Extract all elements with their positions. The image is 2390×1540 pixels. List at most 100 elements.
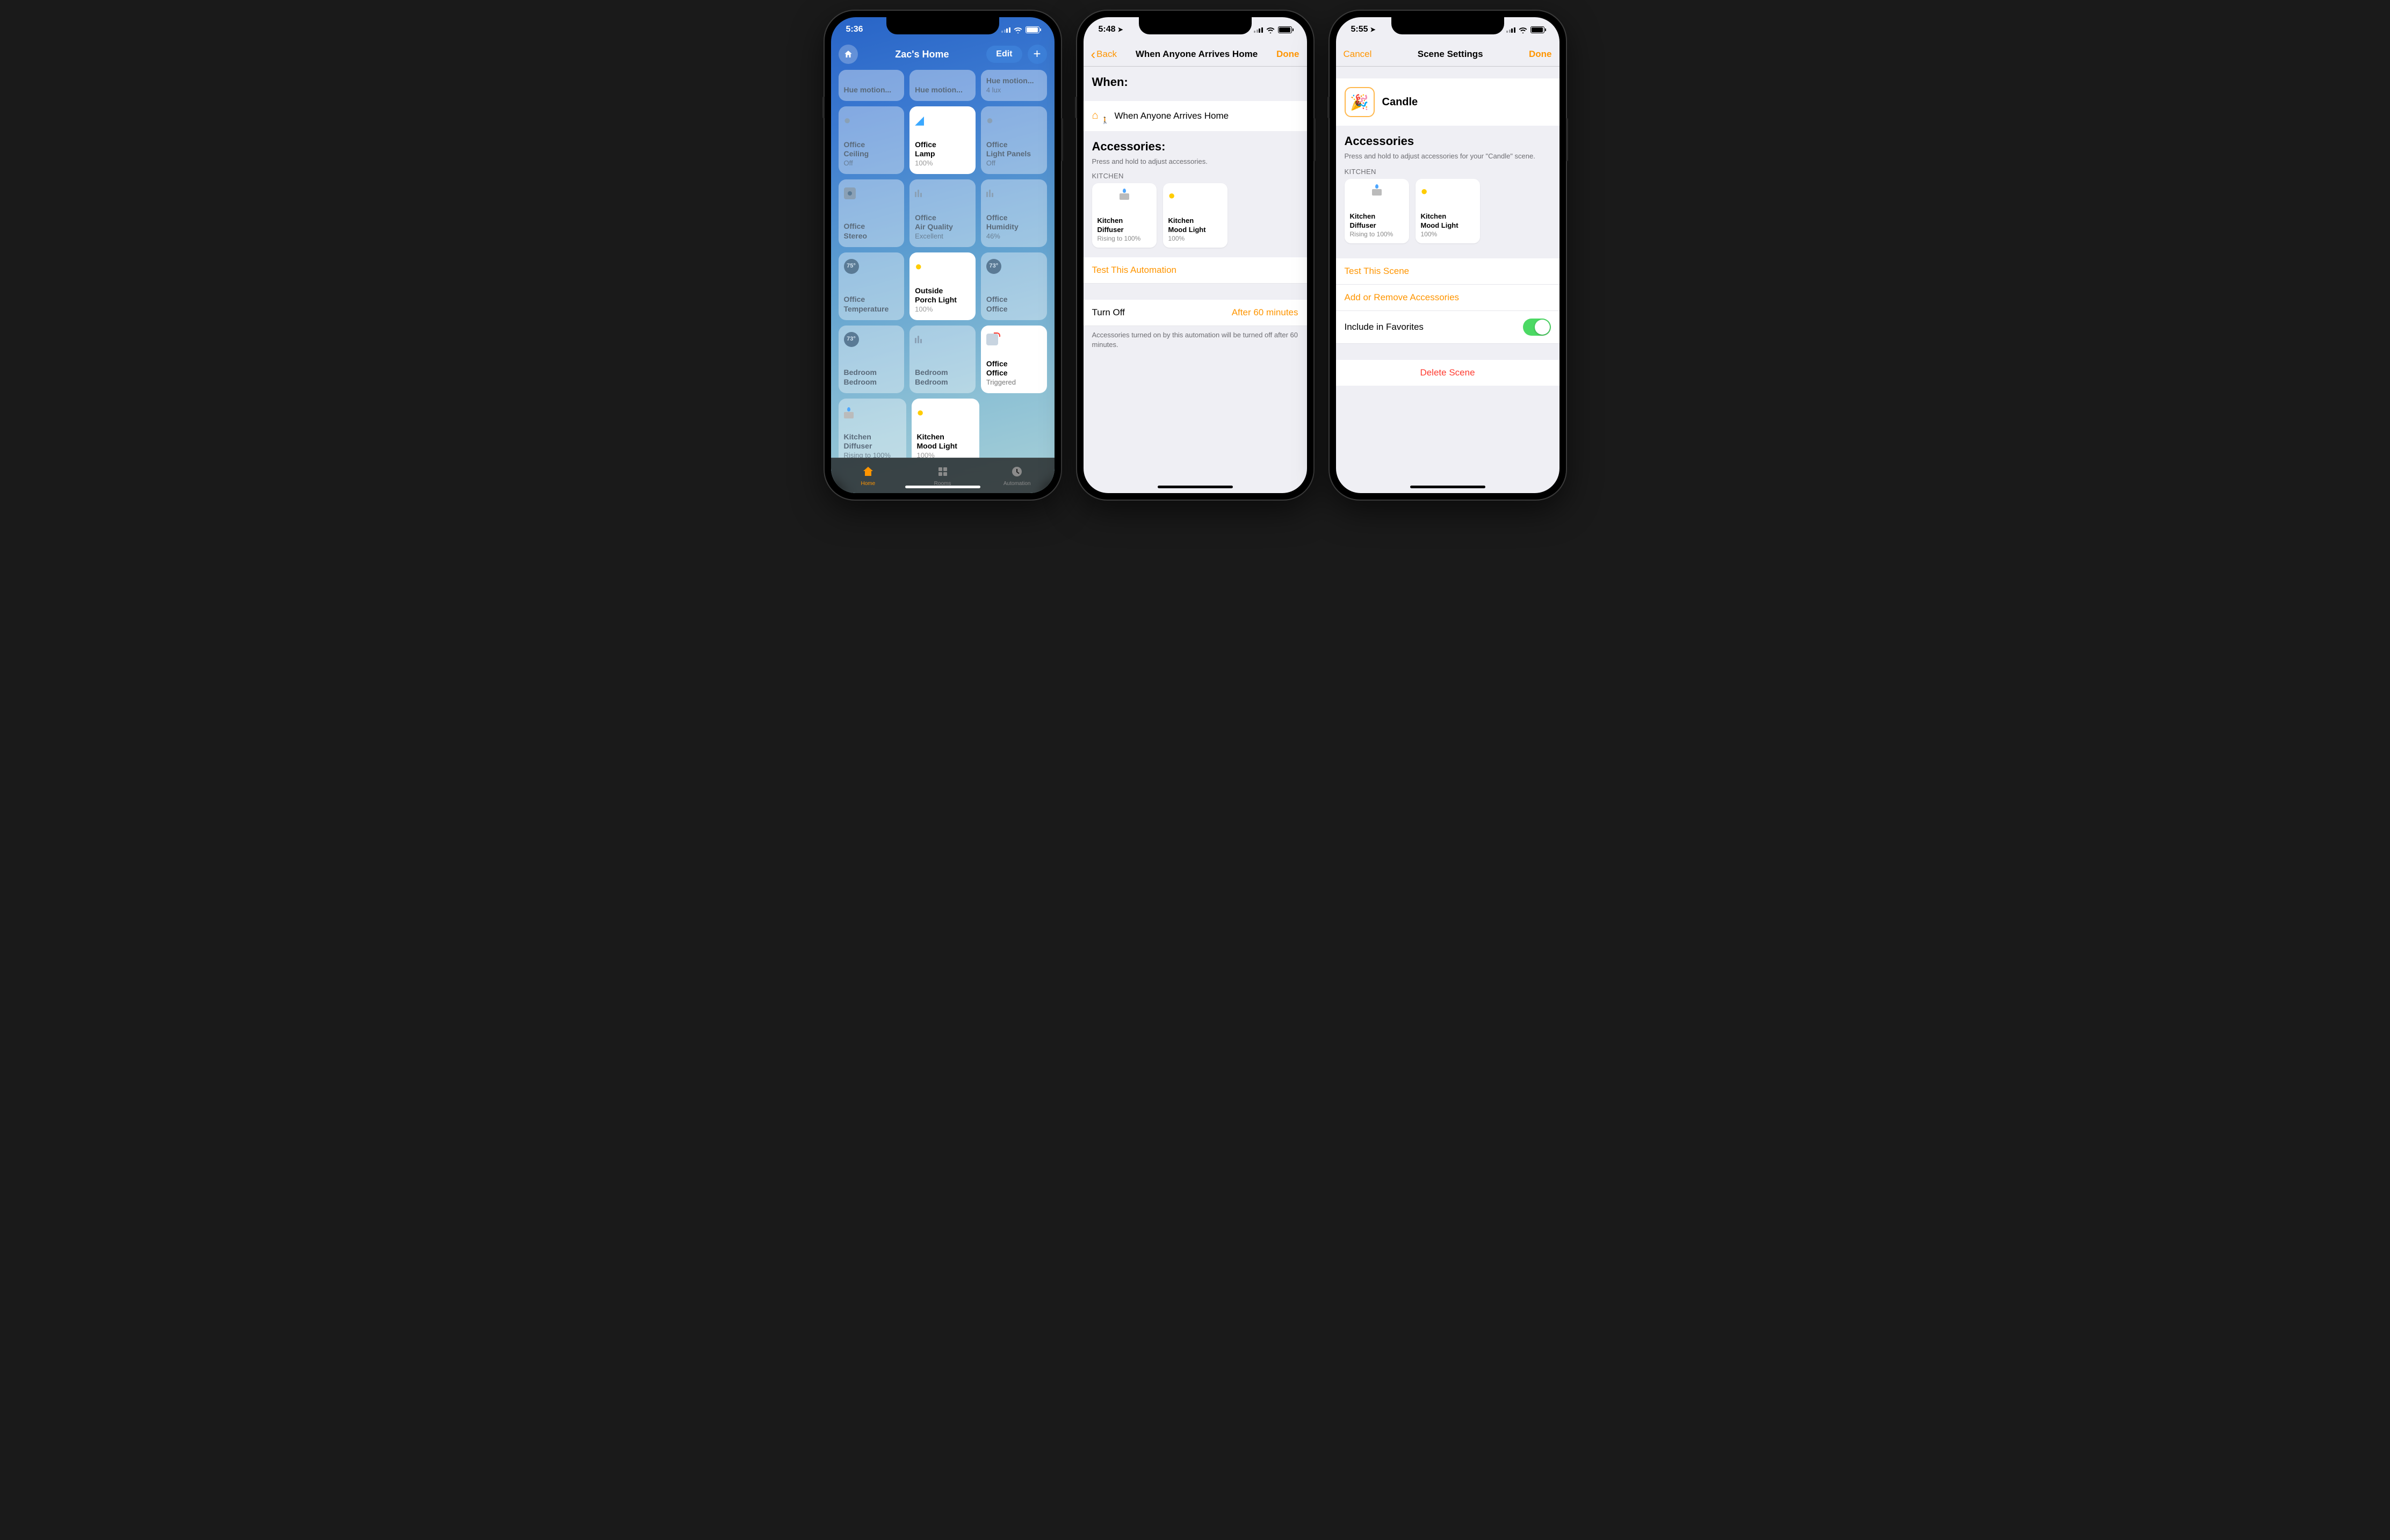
tile-name: Outside Porch Light: [915, 286, 970, 305]
accessory-tile[interactable]: 75°Office Temperature: [839, 252, 905, 320]
add-remove-accessories-button[interactable]: Add or Remove Accessories: [1336, 285, 1559, 311]
tile-name: Kitchen Mood Light: [1168, 216, 1222, 235]
tile-name: Hue motion...: [986, 76, 1042, 86]
scene-name-row[interactable]: 🎉 Candle: [1336, 78, 1559, 126]
scene-icon[interactable]: 🎉: [1345, 87, 1375, 117]
chevron-left-icon: ‹: [1091, 47, 1096, 61]
cancel-button[interactable]: Cancel: [1344, 49, 1372, 60]
accessory-tile[interactable]: ●Kitchen Mood Light100%: [1416, 179, 1480, 243]
when-condition-label: When Anyone Arrives Home: [1115, 111, 1229, 121]
when-header: When:: [1092, 75, 1298, 89]
turn-off-label: Turn Off: [1092, 307, 1125, 318]
cellular-icon: [1254, 26, 1263, 33]
home-menu-button[interactable]: [839, 45, 858, 64]
tile-name: Office Ceiling: [844, 140, 899, 159]
tab-label: Automation: [1003, 481, 1031, 487]
bars-icon: [915, 186, 970, 201]
nav-title: Zac's Home: [863, 49, 981, 60]
bulb-on-icon: ●: [1168, 189, 1222, 203]
accessory-tile[interactable]: ● Outside Porch Light100%: [909, 252, 976, 320]
tile-name: Office Office: [986, 359, 1042, 378]
accessory-tile[interactable]: Office OfficeTriggered: [981, 326, 1047, 393]
done-button[interactable]: Done: [1276, 49, 1299, 60]
location-icon: ➤: [1118, 26, 1123, 33]
favorites-toggle[interactable]: [1523, 319, 1551, 336]
tile-name: Office Humidity: [986, 213, 1042, 232]
tab-home[interactable]: Home: [831, 458, 906, 493]
when-condition-row[interactable]: ⌂🚶 When Anyone Arrives Home: [1084, 101, 1307, 131]
tile-name: Office Temperature: [844, 295, 899, 314]
tile-name: Kitchen Mood Light: [917, 432, 974, 451]
cellular-icon: [1506, 26, 1515, 33]
nav-title: When Anyone Arrives Home: [1117, 49, 1276, 60]
phone-home: 5:36 Zac's Home Edit + Hue motion...Hue …: [825, 11, 1061, 500]
done-button[interactable]: Done: [1529, 49, 1552, 60]
accessory-tile[interactable]: ●Office Light PanelsOff: [981, 106, 1047, 174]
accessory-tile[interactable]: ● Kitchen Mood Light100%: [1163, 183, 1228, 248]
home-indicator[interactable]: [1158, 486, 1233, 488]
accessory-tile[interactable]: Kitchen DiffuserRising to 100%: [1092, 183, 1157, 248]
accessory-tile[interactable]: Office Air QualityExcellent: [909, 179, 976, 247]
tile-name: Office Lamp: [915, 140, 970, 159]
accessory-tile[interactable]: Hue motion...4 lux: [981, 70, 1047, 101]
bars-icon: [986, 186, 1042, 201]
bulb-icon: ●: [986, 113, 1042, 128]
test-automation-button[interactable]: Test This Automation: [1084, 257, 1307, 284]
accessory-tile[interactable]: 73°Office Office: [981, 252, 1047, 320]
motion-red-icon: [986, 332, 1042, 347]
accessory-grid[interactable]: Hue motion...Hue motion...Hue motion...4…: [831, 67, 1055, 458]
tile-name: Office Stereo: [844, 222, 899, 241]
house-icon: [861, 465, 875, 480]
accessory-tile[interactable]: ●Kitchen Mood Light100%: [912, 399, 979, 458]
home-indicator[interactable]: [1410, 486, 1485, 488]
wifi-icon: [1266, 26, 1275, 33]
tile-status: 100%: [915, 159, 970, 168]
accessory-tile[interactable]: ●Office CeilingOff: [839, 106, 905, 174]
accessory-tile[interactable]: 73°Bedroom Bedroom: [839, 326, 905, 393]
nav-title: Scene Settings: [1371, 49, 1529, 60]
status-time: 5:36: [846, 25, 863, 34]
battery-icon: [1026, 26, 1039, 33]
accessory-tile[interactable]: ◢Office Lamp100%: [909, 106, 976, 174]
bulb-on-icon: ●: [915, 259, 970, 274]
accessory-tile[interactable]: Kitchen DiffuserRising to 100%: [1345, 179, 1409, 243]
tile-status: Rising to 100%: [844, 451, 901, 458]
accessory-tile[interactable]: Office Stereo: [839, 179, 905, 247]
status-time: 5:55: [1351, 25, 1368, 34]
battery-icon: [1278, 26, 1292, 33]
include-in-favorites-row[interactable]: Include in Favorites: [1336, 311, 1559, 344]
tile-name: Office Office: [986, 295, 1042, 314]
test-scene-button[interactable]: Test This Scene: [1336, 258, 1559, 285]
accessory-tile[interactable]: Hue motion...: [839, 70, 905, 101]
arrive-home-icon: ⌂🚶: [1092, 110, 1107, 122]
tile-name: Kitchen Diffuser: [1350, 212, 1404, 230]
notch: [1391, 17, 1504, 34]
tile-name: Hue motion...: [844, 85, 899, 95]
delete-scene-button[interactable]: Delete Scene: [1336, 360, 1559, 386]
turn-off-value: After 60 minutes: [1232, 307, 1298, 318]
tile-status: Rising to 100%: [1350, 230, 1404, 238]
accessory-tile[interactable]: Office Humidity46%: [981, 179, 1047, 247]
tile-status: 100%: [1168, 235, 1222, 242]
tab-automation[interactable]: Automation: [980, 458, 1055, 493]
turn-off-row[interactable]: Turn Off After 60 minutes: [1084, 300, 1307, 326]
diffuser-icon: [844, 405, 901, 420]
nav-bar: ‹Back When Anyone Arrives Home Done: [1084, 42, 1307, 67]
add-button[interactable]: +: [1028, 45, 1047, 64]
accessories-hint: Press and hold to adjust accessories for…: [1345, 151, 1551, 161]
accessory-tile[interactable]: Kitchen DiffuserRising to 100%: [839, 399, 906, 458]
accessory-tile[interactable]: Hue motion...: [909, 70, 976, 101]
temp-icon: 73°: [844, 332, 899, 347]
back-button[interactable]: ‹Back: [1091, 47, 1117, 61]
location-icon: ➤: [1370, 26, 1376, 33]
tile-status: Excellent: [915, 232, 970, 241]
edit-button[interactable]: Edit: [986, 46, 1022, 63]
cellular-icon: [1001, 26, 1010, 33]
stereo-icon: [844, 186, 899, 201]
accessories-header: Accessories: [1345, 134, 1551, 148]
group-kitchen: KITCHEN: [1336, 164, 1559, 179]
tile-status: 100%: [915, 305, 970, 314]
tile-status: Rising to 100%: [1097, 235, 1151, 242]
accessory-tile[interactable]: Bedroom Bedroom: [909, 326, 976, 393]
home-indicator[interactable]: [905, 486, 980, 488]
